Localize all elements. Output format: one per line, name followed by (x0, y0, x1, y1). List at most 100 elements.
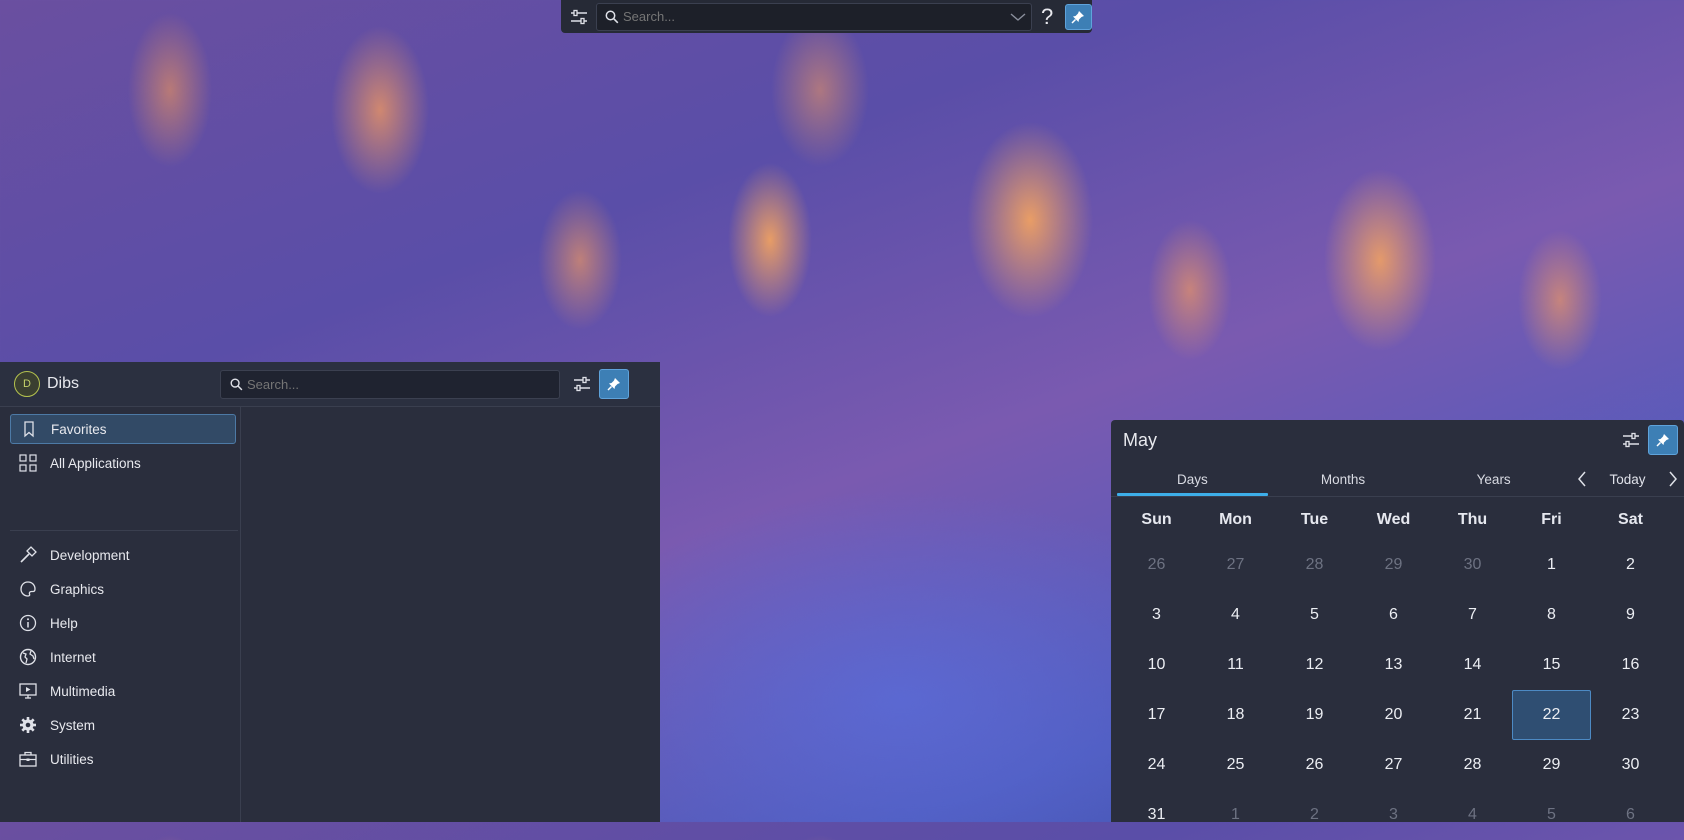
day-cell[interactable]: 21 (1433, 690, 1512, 740)
globe-icon (18, 647, 38, 667)
day-cell[interactable]: 28 (1433, 740, 1512, 790)
day-cell[interactable]: 17 (1117, 690, 1196, 740)
day-cell[interactable]: 11 (1196, 640, 1275, 690)
week-row: 31 1 2 3 4 5 6 (1117, 790, 1677, 840)
category-label: Utilities (50, 751, 94, 767)
weekday-label: Tue (1300, 511, 1329, 528)
avatar[interactable]: D (14, 371, 40, 397)
day-cell[interactable]: 18 (1196, 690, 1275, 740)
category-multimedia[interactable]: Multimedia (10, 676, 236, 706)
day-cell[interactable]: 26 (1275, 740, 1354, 790)
day-cell[interactable]: 5 (1512, 790, 1591, 840)
weekday-label: Thu (1457, 511, 1488, 528)
category-system[interactable]: System (10, 710, 236, 740)
palette-icon (18, 579, 38, 599)
day-cell[interactable]: 14 (1433, 640, 1512, 690)
tab-years[interactable]: Years (1418, 462, 1569, 496)
calendar-grid: Sun Mon Tue Wed Thu Fri Sat 26 27 28 29 … (1117, 500, 1677, 840)
day-cell[interactable]: 30 (1591, 740, 1670, 790)
week-row: 17 18 19 20 21 22 23 (1117, 690, 1677, 740)
day-cell[interactable]: 24 (1117, 740, 1196, 790)
today-button[interactable]: Today (1593, 472, 1662, 487)
day-cell[interactable]: 7 (1433, 590, 1512, 640)
history-dropdown-button[interactable] (1005, 4, 1031, 30)
month-title: May (1123, 429, 1158, 450)
week-row: 3 4 5 6 7 8 9 (1117, 590, 1677, 640)
category-label: Development (50, 547, 130, 563)
day-cell[interactable]: 10 (1117, 640, 1196, 690)
calendar-view-tabs: Days Months Years (1117, 462, 1569, 496)
info-icon (18, 613, 38, 633)
day-cell[interactable]: 16 (1591, 640, 1670, 690)
day-cell[interactable]: 27 (1354, 740, 1433, 790)
weekday-header-row: Sun Mon Tue Wed Thu Fri Sat (1117, 500, 1677, 540)
day-cell[interactable]: 4 (1433, 790, 1512, 840)
day-cell[interactable]: 29 (1354, 540, 1433, 590)
tab-months[interactable]: Months (1268, 462, 1419, 496)
launcher-pin-button[interactable] (599, 369, 629, 399)
category-favorites[interactable]: Favorites (10, 414, 236, 444)
day-cell[interactable]: 6 (1591, 790, 1670, 840)
day-cell[interactable]: 3 (1117, 590, 1196, 640)
help-button[interactable]: ? (1032, 0, 1063, 33)
day-cell[interactable]: 1 (1196, 790, 1275, 840)
day-cell[interactable]: 28 (1275, 540, 1354, 590)
day-cell[interactable]: 4 (1196, 590, 1275, 640)
category-label: Multimedia (50, 683, 116, 699)
launcher-search-field[interactable] (220, 369, 560, 399)
day-cell[interactable]: 26 (1117, 540, 1196, 590)
tab-days[interactable]: Days (1117, 462, 1268, 496)
category-graphics[interactable]: Graphics (10, 574, 236, 604)
day-cell[interactable]: 15 (1512, 640, 1591, 690)
day-cell[interactable]: 13 (1354, 640, 1433, 690)
day-cell[interactable]: 2 (1275, 790, 1354, 840)
favorites-content-area (241, 407, 660, 822)
day-cell[interactable]: 25 (1196, 740, 1275, 790)
chevron-left-icon (1578, 471, 1586, 487)
weekday-label: Fri (1541, 511, 1562, 528)
day-cell[interactable]: 27 (1196, 540, 1275, 590)
search-icon (230, 378, 243, 390)
next-month-button[interactable] (1662, 462, 1684, 496)
krunner-settings-button[interactable] (561, 0, 596, 33)
previous-month-button[interactable] (1571, 462, 1593, 496)
calendar-divider (1111, 496, 1684, 497)
day-cell[interactable]: 6 (1354, 590, 1433, 640)
day-cell[interactable]: 19 (1275, 690, 1354, 740)
day-cell[interactable]: 31 (1117, 790, 1196, 840)
chevron-down-icon (1010, 12, 1026, 21)
week-row: 26 27 28 29 30 1 2 (1117, 540, 1677, 590)
weekday-label: Mon (1219, 511, 1252, 528)
category-all-applications[interactable]: All Applications (10, 448, 236, 478)
calendar-settings-button[interactable] (1614, 423, 1648, 457)
category-development[interactable]: Development (10, 540, 236, 570)
day-cell[interactable]: 1 (1512, 540, 1591, 590)
day-cell[interactable]: 12 (1275, 640, 1354, 690)
user-name: Dibs (47, 375, 80, 392)
grid-icon (18, 453, 38, 473)
calendar-navigation: Today (1571, 462, 1684, 496)
category-internet[interactable]: Internet (10, 642, 236, 672)
application-launcher: D Dibs Search... Favorites All Applicati… (0, 362, 660, 822)
day-cell-selected[interactable]: 22 (1512, 690, 1591, 740)
launcher-settings-button[interactable] (565, 369, 599, 399)
category-label: Help (50, 615, 78, 631)
bookmark-icon (19, 419, 39, 439)
day-cell[interactable]: 20 (1354, 690, 1433, 740)
day-cell[interactable]: 9 (1591, 590, 1670, 640)
category-help[interactable]: Help (10, 608, 236, 638)
day-cell[interactable]: 2 (1591, 540, 1670, 590)
krunner-search-field[interactable] (596, 2, 1032, 31)
category-utilities[interactable]: Utilities (10, 744, 236, 774)
day-cell[interactable]: 23 (1591, 690, 1670, 740)
krunner-bar: ? (561, 0, 1092, 33)
day-cell[interactable]: 5 (1275, 590, 1354, 640)
day-cell[interactable]: 30 (1433, 540, 1512, 590)
launcher-search-input[interactable] (243, 376, 559, 392)
day-cell[interactable]: 8 (1512, 590, 1591, 640)
calendar-pin-button[interactable] (1648, 425, 1678, 455)
day-cell[interactable]: 29 (1512, 740, 1591, 790)
day-cell[interactable]: 3 (1354, 790, 1433, 840)
krunner-search-input[interactable] (619, 9, 1005, 24)
krunner-pin-button[interactable] (1064, 3, 1092, 30)
